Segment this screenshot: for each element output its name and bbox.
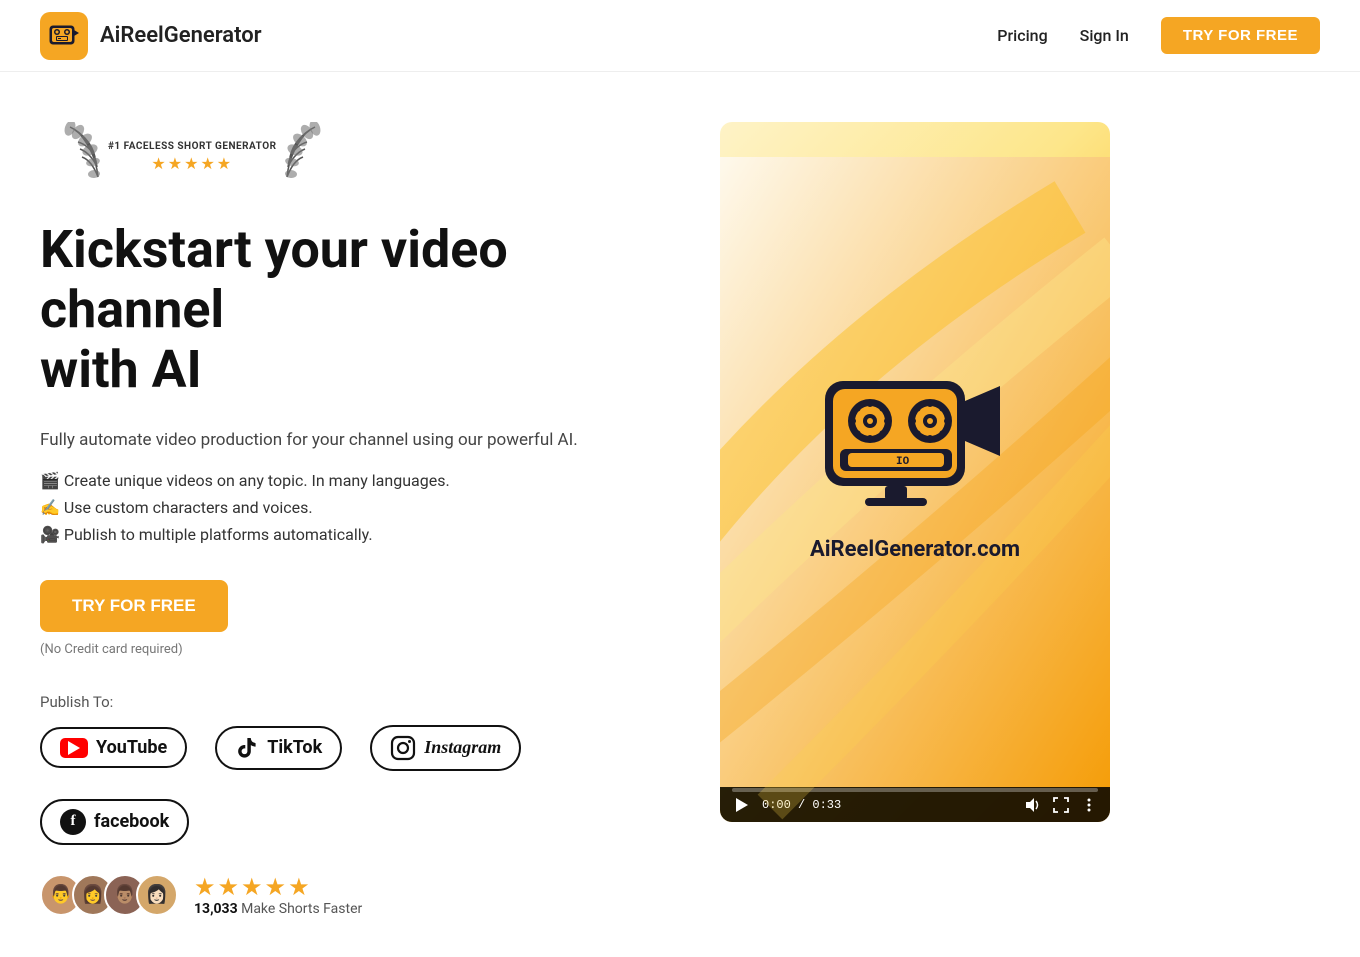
social-proof: 👨 👩 👨🏽 👩🏻 ★★★★★ 13,033 Make Shorts Faste… — [40, 873, 660, 917]
play-button[interactable] — [732, 796, 750, 814]
hero-heading: Kickstart your video channel with AI — [40, 220, 660, 399]
proof-text: 13,033 Make Shorts Faster — [194, 901, 362, 917]
tiktok-platform: TikTok — [215, 726, 342, 770]
time-display: 0:00 / 0:33 — [762, 798, 841, 812]
feature-item: ✍️ Use custom characters and voices. — [40, 498, 660, 517]
more-icon — [1080, 796, 1098, 814]
hero-description: Fully automate video production for your… — [40, 427, 660, 454]
proof-suffix: Make Shorts Faster — [241, 901, 362, 917]
rating-area: ★★★★★ 13,033 Make Shorts Faster — [194, 873, 362, 917]
try-for-free-button-main[interactable]: TRY FOR FREE — [40, 580, 228, 632]
instagram-platform: Instagram — [370, 725, 521, 771]
progress-bar[interactable] — [732, 788, 1098, 792]
logo-area[interactable]: AiReelGenerator — [40, 12, 262, 60]
laurel-left-icon — [40, 122, 100, 192]
play-icon — [732, 796, 750, 814]
nav: Pricing Sign In TRY FOR FREE — [997, 17, 1320, 54]
facebook-label: facebook — [94, 811, 169, 832]
controls-left: 0:00 / 0:33 — [732, 796, 841, 814]
more-options-button[interactable] — [1080, 796, 1098, 814]
award-title: #1 FACELESS SHORT GENERATOR — [108, 141, 277, 152]
feature-item: 🎬 Create unique videos on any topic. In … — [40, 471, 660, 490]
pricing-link[interactable]: Pricing — [997, 26, 1047, 45]
video-inner-content: IO AiReelGenerator.com — [720, 122, 1110, 780]
fullscreen-icon — [1052, 796, 1070, 814]
hero-left: #1 FACELESS SHORT GENERATOR ★★★★★ Kickst… — [40, 122, 660, 917]
video-controls: 0:00 / 0:33 — [720, 780, 1110, 822]
fullscreen-button[interactable] — [1052, 796, 1070, 814]
award-stars: ★★★★★ — [108, 154, 277, 173]
site-name: AiReelGenerator.com — [810, 537, 1020, 562]
logo-icon — [40, 12, 88, 60]
signin-link[interactable]: Sign In — [1080, 26, 1129, 45]
proof-count: 13,033 — [194, 901, 238, 917]
rating-stars: ★★★★★ — [194, 873, 362, 901]
hero-right: IO AiReelGenerator.com — [720, 122, 1110, 822]
svg-text:IO: IO — [896, 456, 910, 468]
youtube-platform: YouTube — [40, 727, 187, 768]
volume-button[interactable] — [1024, 796, 1042, 814]
facebook-platform: f facebook — [40, 799, 189, 845]
hero-section: #1 FACELESS SHORT GENERATOR ★★★★★ Kickst… — [0, 72, 1360, 957]
avatars: 👨 👩 👨🏽 👩🏻 — [40, 874, 178, 916]
youtube-label: YouTube — [96, 737, 167, 758]
no-credit-card-text: (No Credit card required) — [40, 642, 660, 657]
try-for-free-button-header[interactable]: TRY FOR FREE — [1161, 17, 1320, 54]
award-center: #1 FACELESS SHORT GENERATOR ★★★★★ — [100, 141, 285, 173]
play-triangle — [68, 741, 80, 755]
publish-label: Publish To: — [40, 693, 660, 711]
feature-item: 🎥 Publish to multiple platforms automati… — [40, 525, 660, 544]
avatar-4: 👩🏻 — [136, 874, 178, 916]
publish-section: Publish To: YouTube TikTok — [40, 693, 660, 845]
video-container[interactable]: IO AiReelGenerator.com — [720, 122, 1110, 822]
feature-list: 🎬 Create unique videos on any topic. In … — [40, 471, 660, 544]
controls-row: 0:00 / 0:33 — [732, 796, 1098, 814]
facebook-icon: f — [60, 809, 86, 835]
controls-right — [1024, 796, 1098, 814]
tiktok-icon — [235, 736, 259, 760]
volume-icon — [1024, 796, 1042, 814]
camera-logo: IO — [805, 341, 1025, 521]
instagram-label: Instagram — [424, 737, 501, 758]
tiktok-label: TikTok — [267, 737, 322, 758]
award-badge: #1 FACELESS SHORT GENERATOR ★★★★★ — [40, 122, 660, 192]
instagram-icon — [390, 735, 416, 761]
header: AiReelGenerator Pricing Sign In TRY FOR … — [0, 0, 1360, 72]
logo-text: AiReelGenerator — [100, 23, 262, 48]
platform-logos: YouTube TikTok Instagram — [40, 725, 660, 845]
youtube-icon — [60, 738, 88, 758]
laurel-right-icon — [285, 122, 345, 192]
